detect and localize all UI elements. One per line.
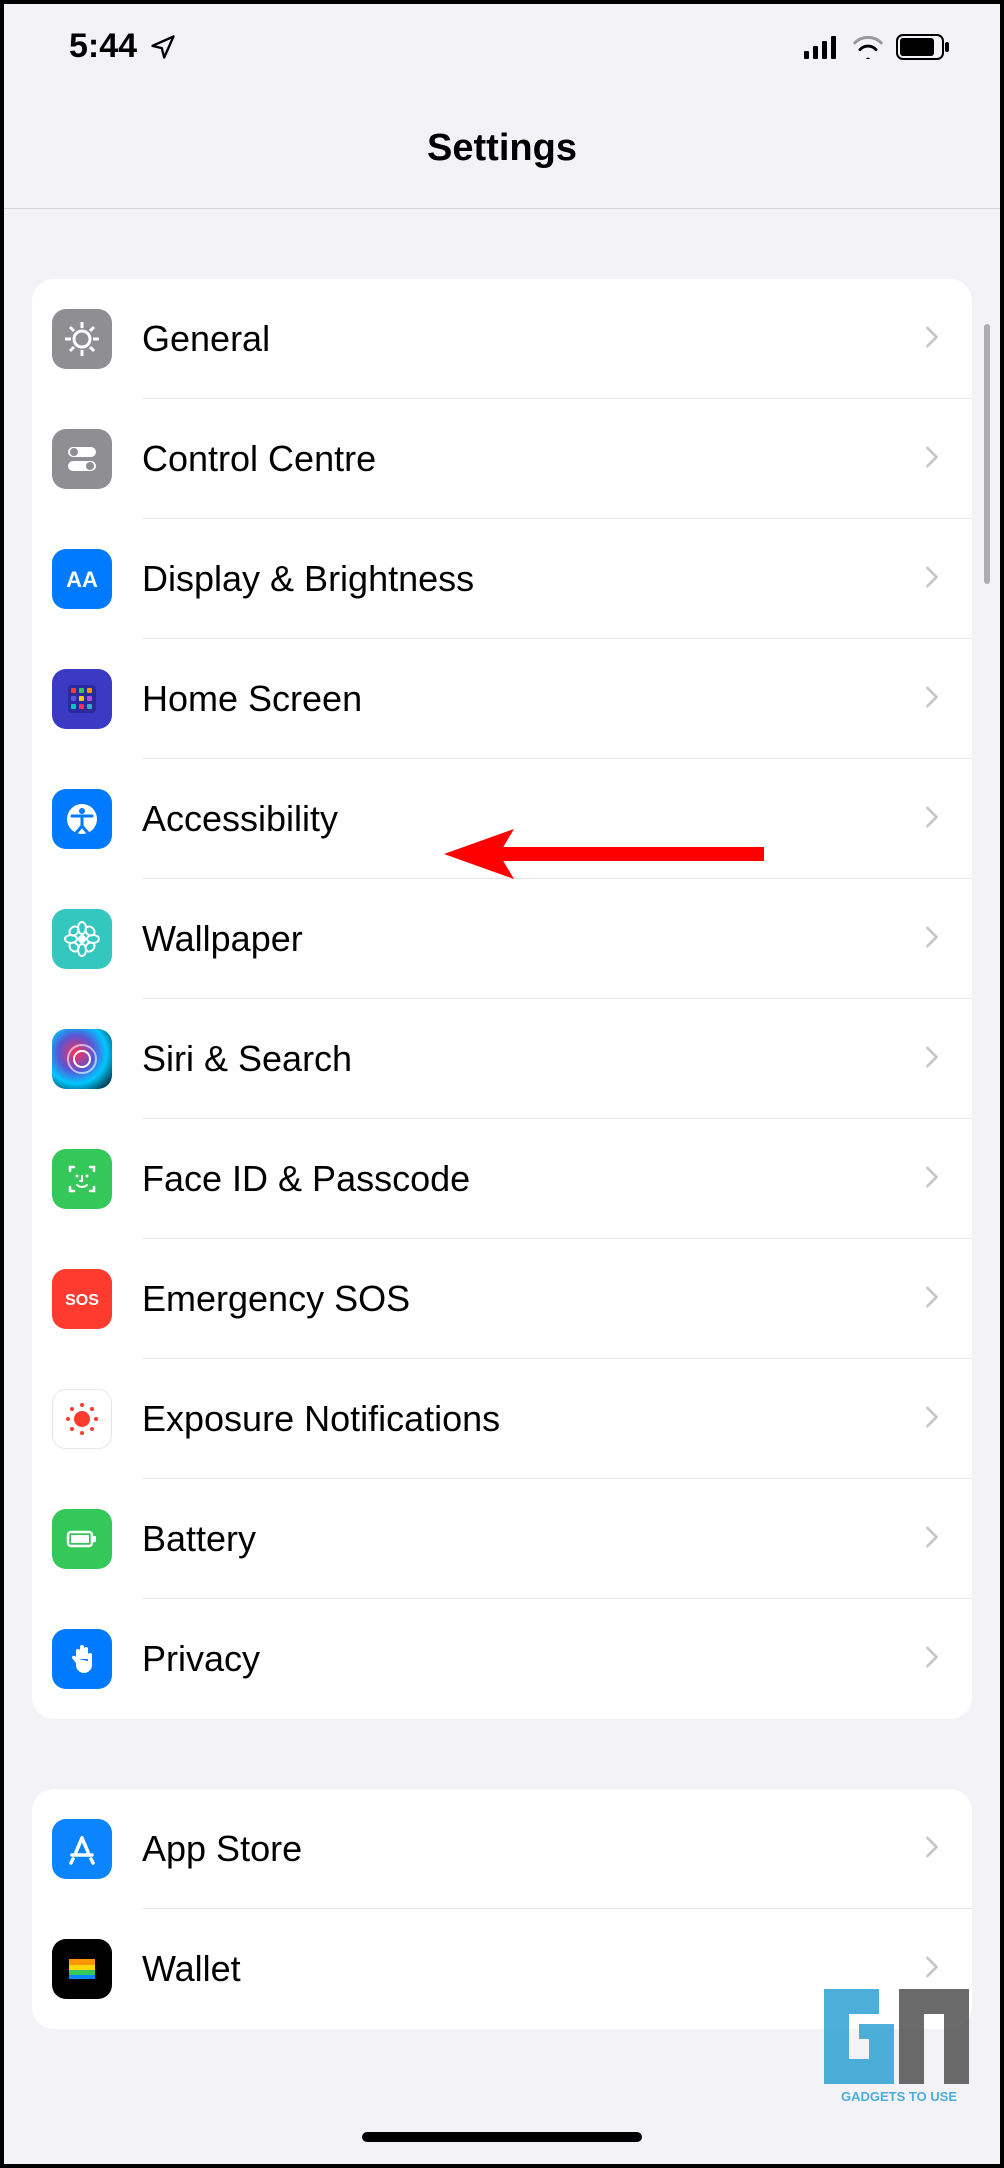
settings-row-app-store[interactable]: App Store xyxy=(32,1789,972,1909)
chevron-right-icon xyxy=(922,1283,942,1316)
appstore-icon xyxy=(52,1819,112,1879)
battery-icon xyxy=(896,34,950,60)
flower-icon xyxy=(52,909,112,969)
accessibility-icon xyxy=(52,789,112,849)
settings-row-label: Control Centre xyxy=(142,438,922,480)
scroll-indicator xyxy=(984,324,990,584)
chevron-right-icon xyxy=(922,443,942,476)
settings-row-exposure-notifications[interactable]: Exposure Notifications xyxy=(32,1359,972,1479)
chevron-right-icon xyxy=(922,323,942,356)
settings-row-label: Wallet xyxy=(142,1948,922,1990)
settings-row-label: General xyxy=(142,318,922,360)
cellular-signal-icon xyxy=(804,35,840,59)
settings-row-battery[interactable]: Battery xyxy=(32,1479,972,1599)
settings-row-face-id-passcode[interactable]: Face ID & Passcode xyxy=(32,1119,972,1239)
chevron-right-icon xyxy=(922,1403,942,1436)
settings-row-wallpaper[interactable]: Wallpaper xyxy=(32,879,972,999)
wifi-icon xyxy=(852,35,884,59)
location-icon xyxy=(149,33,177,61)
settings-row-privacy[interactable]: Privacy xyxy=(32,1599,972,1719)
aa-icon xyxy=(52,549,112,609)
faceid-icon xyxy=(52,1149,112,1209)
home-indicator xyxy=(362,2132,642,2142)
navigation-bar: Settings xyxy=(4,89,1000,209)
status-time: 5:44 xyxy=(69,27,137,66)
siri-icon xyxy=(52,1029,112,1089)
gear-icon xyxy=(52,309,112,369)
settings-row-general[interactable]: General xyxy=(32,279,972,399)
settings-row-label: Exposure Notifications xyxy=(142,1398,922,1440)
exposure-icon xyxy=(52,1389,112,1449)
chevron-right-icon xyxy=(922,1163,942,1196)
battery-icon xyxy=(52,1509,112,1569)
chevron-right-icon xyxy=(922,1043,942,1076)
settings-row-label: App Store xyxy=(142,1828,922,1870)
svg-text:GADGETS TO USE: GADGETS TO USE xyxy=(841,2089,957,2104)
chevron-right-icon xyxy=(922,923,942,956)
apps-grid-icon xyxy=(52,669,112,729)
settings-group: General Control Centre Display & Brightnes… xyxy=(32,279,972,1719)
settings-row-home-screen[interactable]: Home Screen xyxy=(32,639,972,759)
settings-row-siri-search[interactable]: Siri & Search xyxy=(32,999,972,1119)
chevron-right-icon xyxy=(922,683,942,716)
chevron-right-icon xyxy=(922,1523,942,1556)
status-bar: 5:44 xyxy=(4,4,1000,89)
hand-icon xyxy=(52,1629,112,1689)
settings-row-label: Privacy xyxy=(142,1638,922,1680)
settings-row-emergency-sos[interactable]: Emergency SOS xyxy=(32,1239,972,1359)
wallet-icon xyxy=(52,1939,112,1999)
settings-row-label: Emergency SOS xyxy=(142,1278,922,1320)
settings-row-label: Home Screen xyxy=(142,678,922,720)
page-title: Settings xyxy=(427,127,577,170)
settings-row-control-centre[interactable]: Control Centre xyxy=(32,399,972,519)
watermark-logo: GADGETS TO USE xyxy=(814,1979,984,2114)
annotation-arrow xyxy=(444,824,764,889)
chevron-right-icon xyxy=(922,803,942,836)
settings-row-label: Face ID & Passcode xyxy=(142,1158,922,1200)
chevron-right-icon xyxy=(922,563,942,596)
settings-row-display-brightness[interactable]: Display & Brightness xyxy=(32,519,972,639)
sos-icon xyxy=(52,1269,112,1329)
chevron-right-icon xyxy=(922,1643,942,1676)
settings-row-label: Battery xyxy=(142,1518,922,1560)
settings-row-label: Wallpaper xyxy=(142,918,922,960)
settings-row-label: Display & Brightness xyxy=(142,558,922,600)
chevron-right-icon xyxy=(922,1833,942,1866)
switches-icon xyxy=(52,429,112,489)
settings-row-label: Siri & Search xyxy=(142,1038,922,1080)
